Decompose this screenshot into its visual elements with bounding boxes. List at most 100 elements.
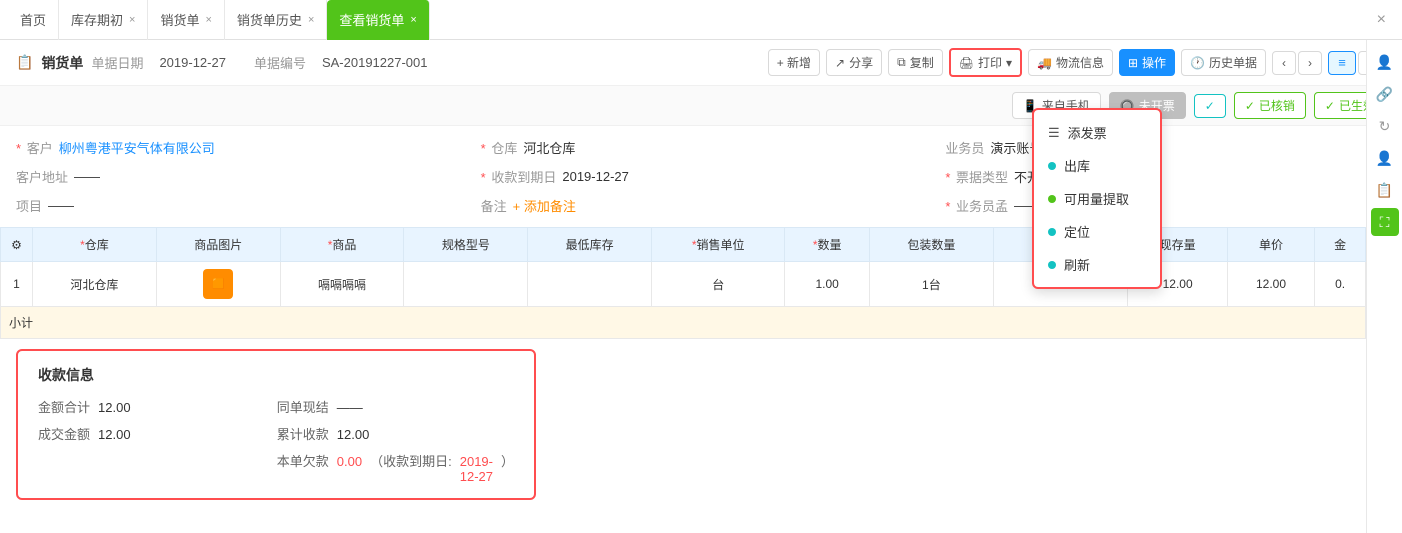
row-min-stock [528,262,652,307]
current-due-row: 本单欠款 0.00 （收款到期日: 2019-12-27 ） [277,451,514,484]
history-button[interactable]: 🕐 历史单据 [1181,49,1266,76]
refresh-label: 刷新 [1064,255,1090,274]
row-qty: 1.00 [785,262,870,307]
nav-arrows: ‹ › [1272,51,1322,75]
doc-toolbar2: 📱 来自手机 🔘 未开票 ✓ ✓ 已核销 ✓ 已生效 [0,86,1402,126]
tab-view-sales-close[interactable]: × [410,14,416,26]
copy-icon: ⧉ [897,55,906,70]
dropdown-outbound[interactable]: 出库 [1034,149,1160,182]
total-amount-value: 12.00 [98,400,131,415]
operate-icon: ⊞ [1128,56,1138,70]
transaction-amount-row: 成交金额 12.00 [38,424,247,443]
subtotal-label: 小计 [1,307,1366,339]
staff2-label: * 业务员孟 [945,196,1008,215]
address-label: 客户地址 [16,167,68,186]
current-due-value: 0.00 [337,454,362,469]
dropdown-available-qty[interactable]: 可用量提取 [1034,182,1160,215]
dropdown-refresh[interactable]: 刷新 [1034,248,1160,281]
confirm-button[interactable]: ✓ [1194,94,1226,118]
project-field: 项目 —— [16,196,457,215]
prev-arrow[interactable]: ‹ [1272,51,1296,75]
locate-label: 定位 [1064,222,1090,241]
copy-button[interactable]: ⧉ 复制 [888,49,943,76]
logistics-button[interactable]: 🚚 物流信息 [1028,49,1113,76]
refresh-sidebar-icon[interactable]: ↻ [1371,112,1399,140]
person2-sidebar-icon[interactable]: 👤 [1371,144,1399,172]
tab-inventory-init[interactable]: 库存期初 × [59,0,148,40]
doc-type-icon: 📋 [16,54,33,71]
doc-date-value: 2019-12-27 [159,55,226,70]
tab-sales-history-close[interactable]: × [308,14,314,26]
form-section: * 客户 柳州粤港平安气体有限公司 * 仓库 河北仓库 业务员 演示账号 客户地… [0,126,1402,227]
dropdown-locate[interactable]: 定位 [1034,215,1160,248]
cumulative-collection-value: 12.00 [337,427,370,442]
print-icon: 🖨 [959,56,974,70]
warehouse-field: * 仓库 河北仓库 [481,138,922,157]
link-sidebar-icon[interactable]: 🔗 [1371,80,1399,108]
tab-sales-order-close[interactable]: × [205,14,211,26]
tab-view-sales-label: 查看销货单 [339,10,404,29]
tab-sales-history[interactable]: 销货单历史 × [225,0,327,40]
history-icon: 🕐 [1190,56,1205,70]
main-content: 📋 销货单 单据日期 2019-12-27 单据编号 SA-20191227-0… [0,40,1402,533]
doc-actions: + 新增 ↗ 分享 ⧉ 复制 🖨 打印 ▾ 🚚 物流信息 ⊞ 操作 [768,48,1386,77]
tab-bar: 首页 库存期初 × 销货单 × 销货单历史 × 查看销货单 × × [0,0,1402,40]
tab-sales-order[interactable]: 销货单 × [148,0,224,40]
col-warehouse: *仓库 [33,228,157,262]
doc-meta: 单据日期 2019-12-27 单据编号 SA-20191227-001 [91,53,427,72]
row-sales-unit: 台 [652,262,785,307]
list-view-button[interactable]: ≡ [1328,51,1356,75]
staff2-field: * 业务员孟 —— [945,196,1386,215]
col-min-stock: 最低库存 [528,228,652,262]
doc-type-label: 销货单 [41,53,83,73]
print-button[interactable]: 🖨 打印 ▾ [949,48,1022,77]
tab-sales-history-label: 销货单历史 [237,10,302,29]
tab-home[interactable]: 首页 [8,0,59,40]
due-date-note: （收款到期日: [370,451,452,470]
due-date-field: * 收款到期日 2019-12-27 [481,167,922,186]
effective-check-icon: ✓ [1325,99,1335,113]
check-icon: ✓ [1205,99,1215,113]
row-amount: 0. [1315,262,1366,307]
row-spec [404,262,528,307]
transaction-amount-value: 12.00 [98,427,131,442]
col-settings[interactable]: ⚙ [1,228,33,262]
new-button[interactable]: + 新增 [768,49,820,76]
tab-bar-close-button[interactable]: × [1369,11,1394,29]
doc-header: 📋 销货单 单据日期 2019-12-27 单据编号 SA-20191227-0… [0,40,1402,86]
tab-home-label: 首页 [20,10,46,29]
add-note-button[interactable]: + 添加备注 [513,196,576,215]
share-button[interactable]: ↗ 分享 [826,49,882,76]
outbound-dot [1048,162,1056,170]
add-invoice-icon: ☰ [1048,125,1060,141]
next-arrow[interactable]: › [1298,51,1322,75]
list-sidebar-icon[interactable]: 📋 [1371,176,1399,204]
ticket-type-field: * 票据类型 不开票 [945,167,1386,186]
expand-sidebar-icon[interactable]: ⛶ [1371,208,1399,236]
warehouse-value: 河北仓库 [523,138,575,157]
tab-inventory-init-close[interactable]: × [129,14,135,26]
outbound-label: 出库 [1064,156,1090,175]
same-order-settlement-value: —— [337,400,363,415]
customer-value[interactable]: 柳州粤港平安气体有限公司 [59,138,215,157]
product-image: 🟧 [203,269,233,299]
operate-button[interactable]: ⊞ 操作 [1119,49,1175,76]
check-circle-icon: ✓ [1245,99,1255,113]
row-unit-price: 12.00 [1227,262,1314,307]
address-field: 客户地址 —— [16,167,457,186]
row-warehouse: 河北仓库 [33,262,157,307]
add-invoice-label: 添发票 [1068,123,1107,142]
tab-view-sales[interactable]: 查看销货单 × [327,0,429,40]
doc-number-value: SA-20191227-001 [322,55,428,70]
col-spec: 规格型号 [404,228,528,262]
due-date-label: * 收款到期日 [481,167,557,186]
transaction-amount-label: 成交金额 [38,424,90,443]
dropdown-add-invoice[interactable]: ☰ 添发票 [1034,116,1160,149]
col-amount: 金 [1315,228,1366,262]
subtotal-row: 小计 [1,307,1366,339]
customer-label: * 客户 [16,138,53,157]
note-field: 备注 + 添加备注 [481,196,922,215]
logistics-icon: 🚚 [1037,56,1052,70]
person-sidebar-icon[interactable]: 👤 [1371,48,1399,76]
col-pack-qty: 包装数量 [869,228,993,262]
